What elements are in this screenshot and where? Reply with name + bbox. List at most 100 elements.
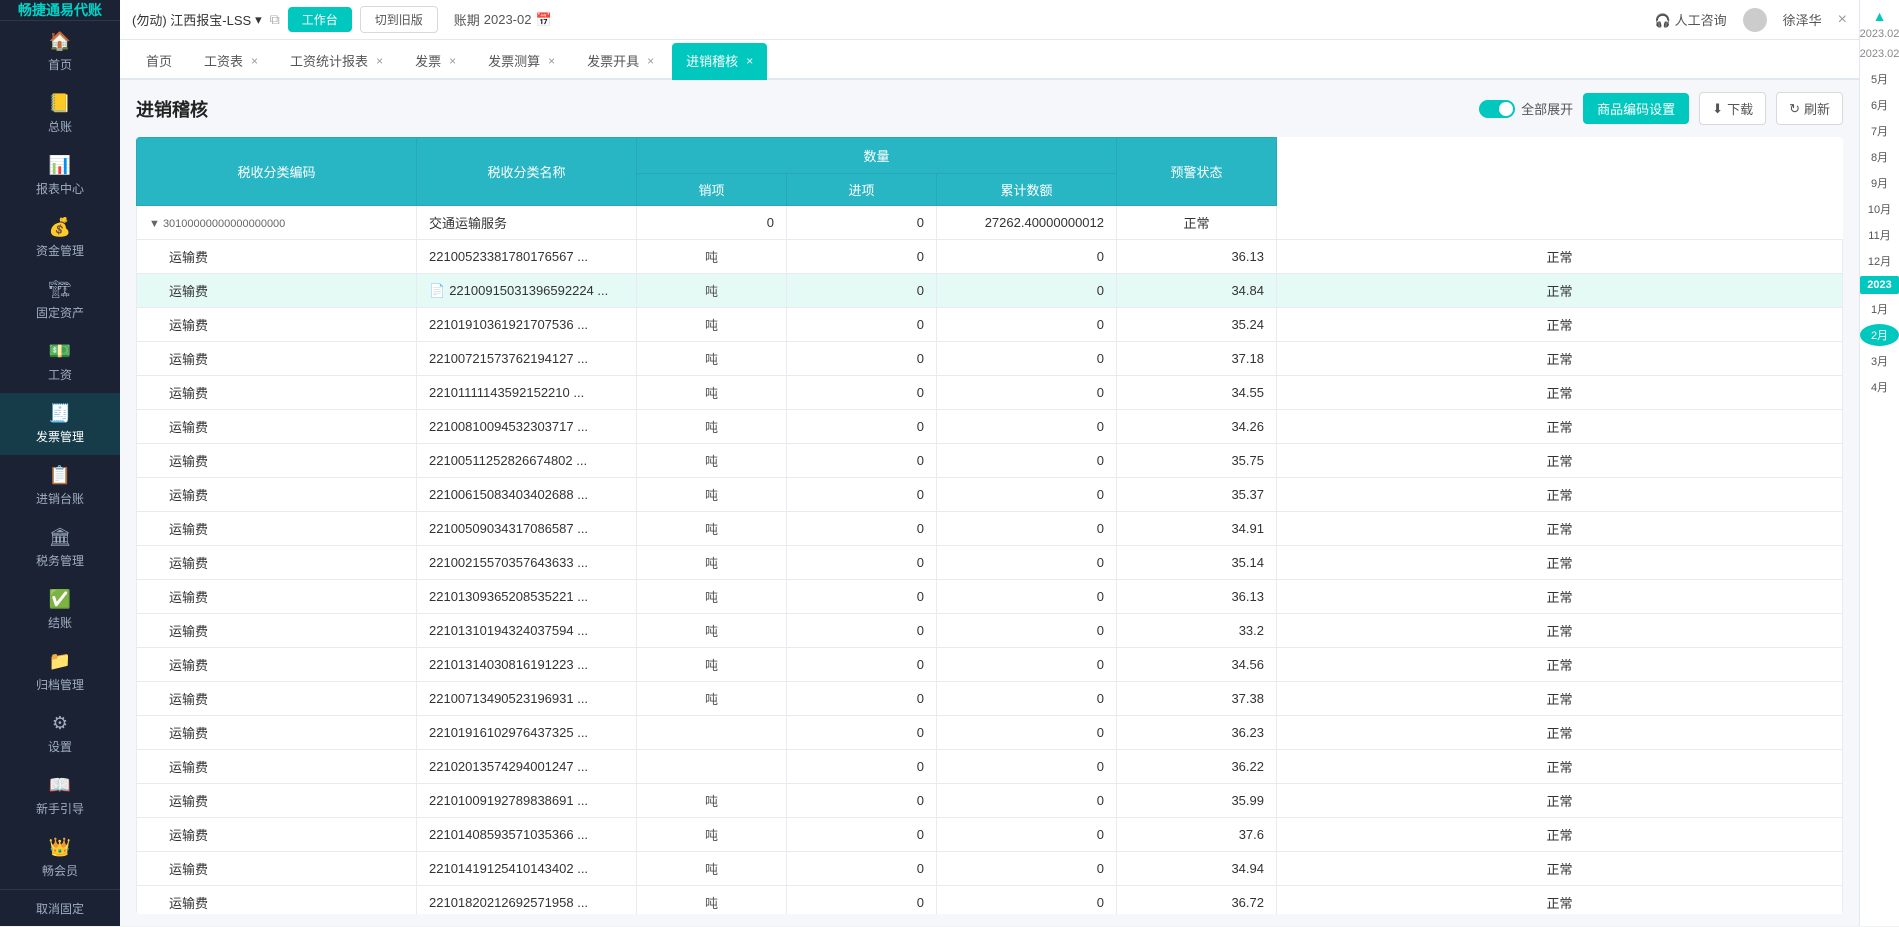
- cal-year-2023-label[interactable]: 2023: [1860, 276, 1899, 294]
- download-button[interactable]: ⬇ 下载: [1699, 92, 1766, 125]
- table-row[interactable]: 运输费22102013574294001247 ...0036.22正常: [137, 750, 1843, 784]
- sidebar-item-archive[interactable]: 📁 归档管理: [0, 641, 120, 703]
- table-row[interactable]: 运输费22100615083403402688 ...吨0035.37正常: [137, 478, 1843, 512]
- workspace-button[interactable]: 工作台: [288, 7, 352, 32]
- main-table: 税收分类编码 税收分类名称 数量 预警状态 销项 进项 累计数额 ▼ 30100…: [136, 137, 1843, 914]
- cal-month-7[interactable]: 7月: [1860, 120, 1899, 142]
- cal-month-4[interactable]: 4月: [1860, 376, 1899, 398]
- cell-purchase: 0: [937, 512, 1117, 546]
- cal-month-9[interactable]: 9月: [1860, 172, 1899, 194]
- table-row[interactable]: 运输费📄22100915031396592224 ...吨0034.84正常: [137, 274, 1843, 308]
- cell-status: 正常: [1277, 546, 1843, 580]
- cell-cumulative: 33.2: [1117, 614, 1277, 648]
- table-row[interactable]: 运输费22100215570357643633 ...吨0035.14正常: [137, 546, 1843, 580]
- header-actions: 全部展开 商品编码设置 ⬇ 下载 ↻ 刷新: [1479, 92, 1843, 125]
- cell-status: 正常: [1277, 614, 1843, 648]
- sidebar-item-settings[interactable]: ⚙ 设置: [0, 703, 120, 765]
- sidebar-item-closing[interactable]: ✅ 结账: [0, 579, 120, 641]
- sidebar-item-salary[interactable]: 💵 工资: [0, 331, 120, 393]
- cell-status: 正常: [1277, 274, 1843, 308]
- sidebar-item-invoice[interactable]: 🧾 发票管理: [0, 393, 120, 455]
- tab-invoice-open[interactable]: 发票开具 ×: [573, 43, 668, 80]
- cell-name: 22100713490523196931 ...: [417, 682, 637, 716]
- cell-purchase: 0: [937, 308, 1117, 342]
- table-row[interactable]: 运输费22101314030816191223 ...吨0034.56正常: [137, 648, 1843, 682]
- cal-month-11[interactable]: 11月: [1860, 224, 1899, 246]
- cell-cumulative: 34.26: [1117, 410, 1277, 444]
- tab-close-invoice[interactable]: ×: [449, 54, 456, 68]
- table-row[interactable]: 运输费22101910361921707536 ...吨0035.24正常: [137, 308, 1843, 342]
- calendar-up-arrow[interactable]: ▲: [1873, 8, 1887, 24]
- sidebar-item-home[interactable]: 🏠 首页: [0, 21, 120, 83]
- tab-close-reconcile[interactable]: ×: [746, 54, 753, 68]
- cell-flag: 吨: [637, 682, 787, 716]
- table-row[interactable]: 运输费22100509034317086587 ...吨0034.91正常: [137, 512, 1843, 546]
- cal-month-12[interactable]: 12月: [1860, 250, 1899, 272]
- table-row[interactable]: 运输费22101111143592152210 ...吨0034.55正常: [137, 376, 1843, 410]
- cell-flag: 吨: [637, 818, 787, 852]
- tab-close-salary-table[interactable]: ×: [251, 54, 258, 68]
- sidebar-item-member[interactable]: 👑 畅会员: [0, 827, 120, 889]
- unpin-button[interactable]: 取消固定: [0, 889, 120, 927]
- sidebar-item-ledger[interactable]: 📒 总账: [0, 83, 120, 145]
- tab-home[interactable]: 首页: [132, 43, 186, 80]
- cal-month-6[interactable]: 6月: [1860, 94, 1899, 116]
- toggle-track[interactable]: [1479, 100, 1515, 118]
- cell-sales: 0: [637, 206, 787, 240]
- cell-flag: 吨: [637, 852, 787, 886]
- window-close-button[interactable]: ×: [1838, 11, 1847, 29]
- table-row[interactable]: ▼ 30100000000000000000交通运输服务0027262.4000…: [137, 206, 1843, 240]
- sidebar-item-inout[interactable]: 📋 进销台账: [0, 455, 120, 517]
- product-code-button[interactable]: 商品编码设置: [1583, 93, 1689, 124]
- tab-salary-report[interactable]: 工资统计报表 ×: [276, 43, 397, 80]
- sidebar-item-capital[interactable]: 💰 资金管理: [0, 207, 120, 269]
- cell-status: 正常: [1277, 886, 1843, 915]
- sidebar-item-guide[interactable]: 📖 新手引导: [0, 765, 120, 827]
- table-row[interactable]: 运输费22100713490523196931 ...吨0037.38正常: [137, 682, 1843, 716]
- sidebar-item-tax[interactable]: 🏛 税务管理: [0, 517, 120, 579]
- home-icon: 🏠: [49, 31, 71, 52]
- company-selector[interactable]: (勿动) 江西报宝-LSS ▾: [132, 10, 262, 29]
- table-row[interactable]: 运输费22101820212692571958 ...吨0036.72正常: [137, 886, 1843, 915]
- cell-code: 运输费: [137, 852, 417, 886]
- period-label: 账期: [454, 10, 480, 29]
- sidebar-item-assets[interactable]: 🏗 固定资产: [0, 269, 120, 331]
- switch-old-button[interactable]: 切到旧版: [360, 6, 438, 33]
- table-row[interactable]: 运输费22100810094532303717 ...吨0034.26正常: [137, 410, 1843, 444]
- cal-month-5[interactable]: 5月: [1860, 68, 1899, 90]
- cal-month-3[interactable]: 3月: [1860, 350, 1899, 372]
- tab-reconcile[interactable]: 进销稽核 ×: [672, 43, 767, 80]
- cal-month-1[interactable]: 1月: [1860, 298, 1899, 320]
- refresh-button[interactable]: ↻ 刷新: [1776, 92, 1843, 125]
- tab-close-invoice-open[interactable]: ×: [647, 54, 654, 68]
- cell-status: 正常: [1277, 648, 1843, 682]
- expand-toggle[interactable]: 全部展开: [1479, 99, 1573, 118]
- table-row[interactable]: 运输费22101408593571035366 ...吨0037.6正常: [137, 818, 1843, 852]
- salary-icon: 💵: [49, 341, 71, 362]
- sidebar-item-reports[interactable]: 📊 报表中心: [0, 145, 120, 207]
- capital-icon: 💰: [49, 217, 71, 238]
- cell-purchase: 0: [937, 580, 1117, 614]
- cal-year-2023-prev: 2023.02: [1860, 28, 1899, 40]
- cal-month-8[interactable]: 8月: [1860, 146, 1899, 168]
- support-link[interactable]: 🎧 人工咨询: [1655, 10, 1727, 29]
- tab-invoice[interactable]: 发票 ×: [401, 43, 470, 80]
- download-icon: ⬇: [1712, 101, 1723, 117]
- table-row[interactable]: 运输费22101310194324037594 ...吨0033.2正常: [137, 614, 1843, 648]
- table-row[interactable]: 运输费22101916102976437325 ...0036.23正常: [137, 716, 1843, 750]
- table-row[interactable]: 运输费22100721573762194127 ...吨0037.18正常: [137, 342, 1843, 376]
- table-row[interactable]: 运输费22101009192789838691 ...吨0035.99正常: [137, 784, 1843, 818]
- table-row[interactable]: 运输费22101419125410143402 ...吨0034.94正常: [137, 852, 1843, 886]
- table-row[interactable]: 运输费22101309365208535221 ...吨0036.13正常: [137, 580, 1843, 614]
- tab-close-invoice-calc[interactable]: ×: [548, 54, 555, 68]
- tab-salary-table[interactable]: 工资表 ×: [190, 43, 272, 80]
- cal-month-2-active[interactable]: 2月: [1860, 324, 1899, 346]
- cell-sales: 0: [787, 886, 937, 915]
- cal-month-10[interactable]: 10月: [1860, 198, 1899, 220]
- table-row[interactable]: 运输费22100523381780176567 ...吨0036.13正常: [137, 240, 1843, 274]
- expand-icon[interactable]: ▼ 30100000000000000000: [149, 218, 285, 230]
- tab-close-salary-report[interactable]: ×: [376, 54, 383, 68]
- table-row[interactable]: 运输费22100511252826674802 ...吨0035.75正常: [137, 444, 1843, 478]
- cell-sales: 0: [787, 240, 937, 274]
- tab-invoice-calc[interactable]: 发票测算 ×: [474, 43, 569, 80]
